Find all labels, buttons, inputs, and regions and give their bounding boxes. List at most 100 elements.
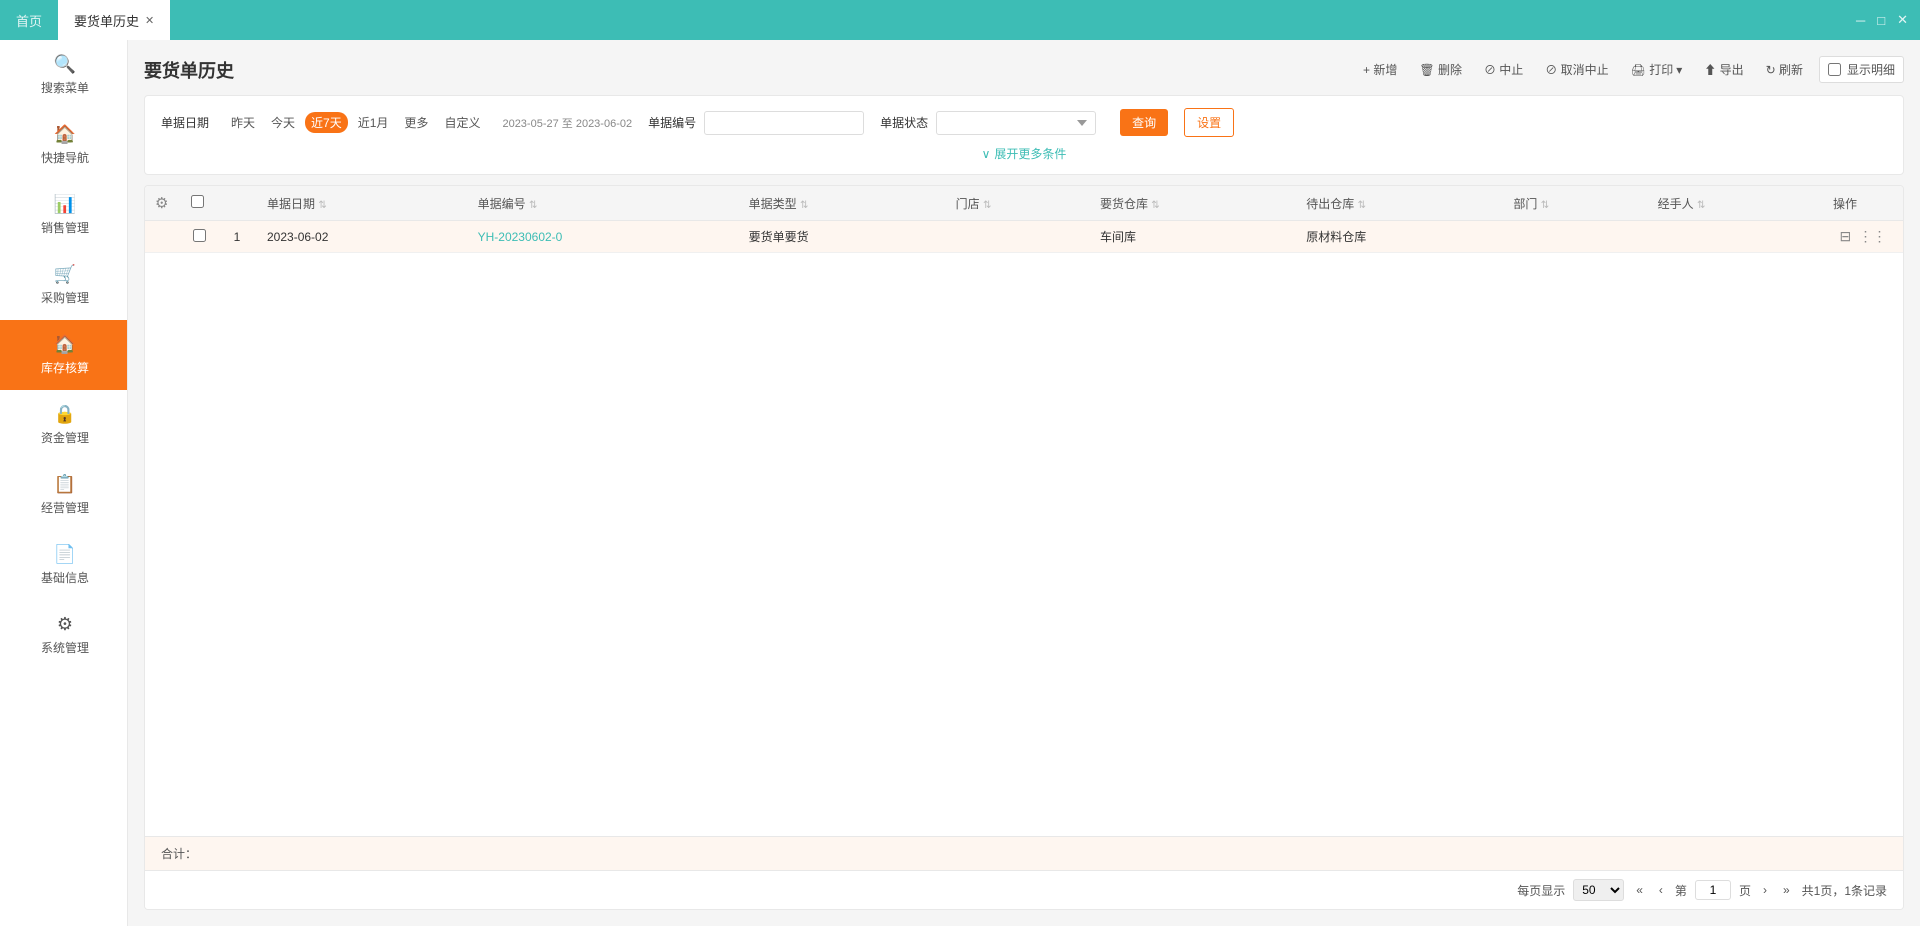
- tab-requisition-history-label: 要货单历史: [74, 11, 139, 30]
- sidebar-item-label: 基础信息: [41, 569, 89, 586]
- display-detail-checkbox[interactable]: [1828, 63, 1841, 76]
- refresh-button[interactable]: ↻ 刷新: [1760, 57, 1809, 82]
- tab-requisition-history[interactable]: 要货单历史 ✕: [58, 0, 170, 40]
- date-opt-last-month[interactable]: 近1月: [352, 112, 395, 133]
- doc-no-input[interactable]: [704, 111, 864, 135]
- col-dept: 部门 ⇅: [1503, 186, 1647, 221]
- summary-label: 合计：: [161, 847, 197, 861]
- sidebar-item-search-menu[interactable]: 🔍 搜索菜单: [0, 40, 127, 110]
- col-req-warehouse-sort[interactable]: ⇅: [1151, 200, 1159, 211]
- date-opt-more[interactable]: 更多: [398, 112, 434, 133]
- sidebar-item-system[interactable]: ⚙ 系统管理: [0, 600, 127, 670]
- window-min-btn[interactable]: ─: [1856, 13, 1865, 28]
- col-req-warehouse-label: 要货仓库: [1100, 197, 1148, 211]
- sidebar-item-finance[interactable]: 🔒 资金管理: [0, 390, 127, 460]
- filter-area: 单据日期 昨天 今天 近7天 近1月 更多 自定义 2023-05-27 至 2…: [144, 95, 1904, 175]
- prev-page-btn[interactable]: ‹: [1655, 881, 1667, 899]
- sidebar-item-operations[interactable]: 📋 经营管理: [0, 460, 127, 530]
- table-settings-icon[interactable]: ⚙: [155, 195, 168, 212]
- sidebar-item-sales[interactable]: 📊 销售管理: [0, 180, 127, 250]
- page-size-select[interactable]: 50 20 100: [1573, 879, 1624, 901]
- col-doc-no: 单据编号 ⇅: [468, 186, 739, 221]
- row-doc-date-value: 2023-06-02: [267, 230, 328, 244]
- row-num: 1: [217, 221, 257, 253]
- page-input[interactable]: [1695, 880, 1731, 900]
- sidebar-item-purchase[interactable]: 🛒 采购管理: [0, 250, 127, 320]
- col-handler-sort[interactable]: ⇅: [1697, 200, 1705, 211]
- tab-close-icon[interactable]: ✕: [145, 14, 154, 27]
- last-page-btn[interactable]: »: [1779, 881, 1794, 899]
- sidebar-item-label: 经营管理: [41, 499, 89, 516]
- col-doc-type-sort[interactable]: ⇅: [800, 200, 808, 211]
- window-max-btn[interactable]: □: [1877, 13, 1885, 28]
- header-row: ⚙ 单据日期 ⇅ 单据编号 ⇅: [145, 186, 1903, 221]
- date-opt-last7days[interactable]: 近7天: [305, 112, 348, 133]
- sidebar-item-label: 资金管理: [41, 429, 89, 446]
- quick-nav-icon: 🏠: [54, 124, 76, 145]
- display-detail-label: 显示明细: [1847, 61, 1895, 78]
- row-doc-no-link[interactable]: YH-20230602-0: [478, 230, 563, 244]
- col-dept-sort[interactable]: ⇅: [1541, 200, 1549, 211]
- date-opt-custom[interactable]: 自定义: [438, 112, 486, 133]
- sidebar-item-inventory[interactable]: 🏠 库存核算: [0, 320, 127, 390]
- row-op: ⊟ ⋮⋮: [1823, 221, 1903, 253]
- row-req-warehouse-value: 车间库: [1100, 230, 1136, 244]
- sidebar-item-label: 销售管理: [41, 219, 89, 236]
- date-opt-today[interactable]: 今天: [265, 112, 301, 133]
- tab-home[interactable]: 首页: [0, 0, 58, 40]
- toolbar: + 新增 🗑 删除 ⊘ 中止 ⊘ 取消中止 🖨 打印 ▾ ⬆ 导出 ↻ 刷新 显…: [1357, 56, 1904, 83]
- doc-status-select[interactable]: [936, 111, 1096, 135]
- col-handler: 经手人 ⇅: [1648, 186, 1823, 221]
- row-checkbox[interactable]: [193, 229, 206, 242]
- col-store-sort[interactable]: ⇅: [983, 200, 991, 211]
- stop-button[interactable]: ⊘ 中止: [1478, 57, 1529, 82]
- doc-status-label: 单据状态: [880, 114, 928, 131]
- row-dept: [1503, 221, 1647, 253]
- display-detail-button[interactable]: 显示明细: [1819, 56, 1904, 83]
- cancel-stop-button[interactable]: ⊘ 取消中止: [1539, 57, 1614, 82]
- base-info-icon: 📄: [54, 544, 76, 565]
- table-header: ⚙ 单据日期 ⇅ 单据编号 ⇅: [145, 186, 1903, 221]
- select-all-checkbox[interactable]: [191, 195, 204, 208]
- row-store: [946, 221, 1090, 253]
- doc-status-filter: 单据状态: [880, 111, 1096, 135]
- expand-down-icon: ∨: [982, 147, 991, 161]
- table-spacer: [145, 253, 1903, 836]
- page-label: 第: [1675, 882, 1687, 899]
- page-suffix: 页: [1739, 882, 1751, 899]
- col-pending-warehouse-sort[interactable]: ⇅: [1358, 200, 1366, 211]
- settings-button[interactable]: 设置: [1184, 108, 1234, 137]
- system-icon: ⚙: [57, 614, 73, 635]
- print-button[interactable]: 🖨 打印 ▾: [1625, 57, 1689, 82]
- col-store-label: 门店: [956, 197, 980, 211]
- row-view-icon[interactable]: ⊟: [1839, 228, 1851, 244]
- print-dropdown-icon[interactable]: ▾: [1676, 63, 1682, 77]
- col-settings: ⚙: [145, 186, 181, 221]
- first-page-btn[interactable]: «: [1632, 881, 1647, 899]
- window-close-btn[interactable]: ✕: [1897, 12, 1908, 28]
- col-op: 操作: [1823, 186, 1903, 221]
- page-size-label: 每页显示: [1517, 882, 1565, 899]
- new-button[interactable]: + 新增: [1357, 57, 1403, 82]
- window-controls: ─ □ ✕: [1856, 12, 1920, 28]
- export-button[interactable]: ⬆ 导出: [1698, 57, 1749, 82]
- col-doc-no-label: 单据编号: [478, 197, 526, 211]
- col-doc-date-sort[interactable]: ⇅: [318, 200, 326, 211]
- table-row: 1 2023-06-02 YH-20230602-0 要货单要货: [145, 221, 1903, 253]
- col-num: [217, 186, 257, 221]
- sidebar-item-quick-nav[interactable]: 🏠 快捷导航: [0, 110, 127, 180]
- col-doc-no-sort[interactable]: ⇅: [529, 200, 537, 211]
- sidebar-item-base-info[interactable]: 📄 基础信息: [0, 530, 127, 600]
- row-pending-warehouse: 原材料仓库: [1296, 221, 1503, 253]
- operations-icon: 📋: [54, 474, 76, 495]
- date-opt-yesterday[interactable]: 昨天: [225, 112, 261, 133]
- delete-button[interactable]: 🗑 删除: [1413, 57, 1468, 82]
- next-page-btn[interactable]: ›: [1759, 881, 1771, 899]
- query-button[interactable]: 查询: [1120, 109, 1168, 136]
- purchase-icon: 🛒: [54, 264, 76, 285]
- row-doc-type: 要货单要货: [739, 221, 946, 253]
- data-table: ⚙ 单据日期 ⇅ 单据编号 ⇅: [145, 186, 1903, 253]
- expand-more-button[interactable]: ∨ 展开更多条件: [982, 145, 1067, 162]
- top-bar: 首页 要货单历史 ✕ ─ □ ✕: [0, 0, 1920, 40]
- row-more-icon[interactable]: ⋮⋮: [1859, 228, 1887, 244]
